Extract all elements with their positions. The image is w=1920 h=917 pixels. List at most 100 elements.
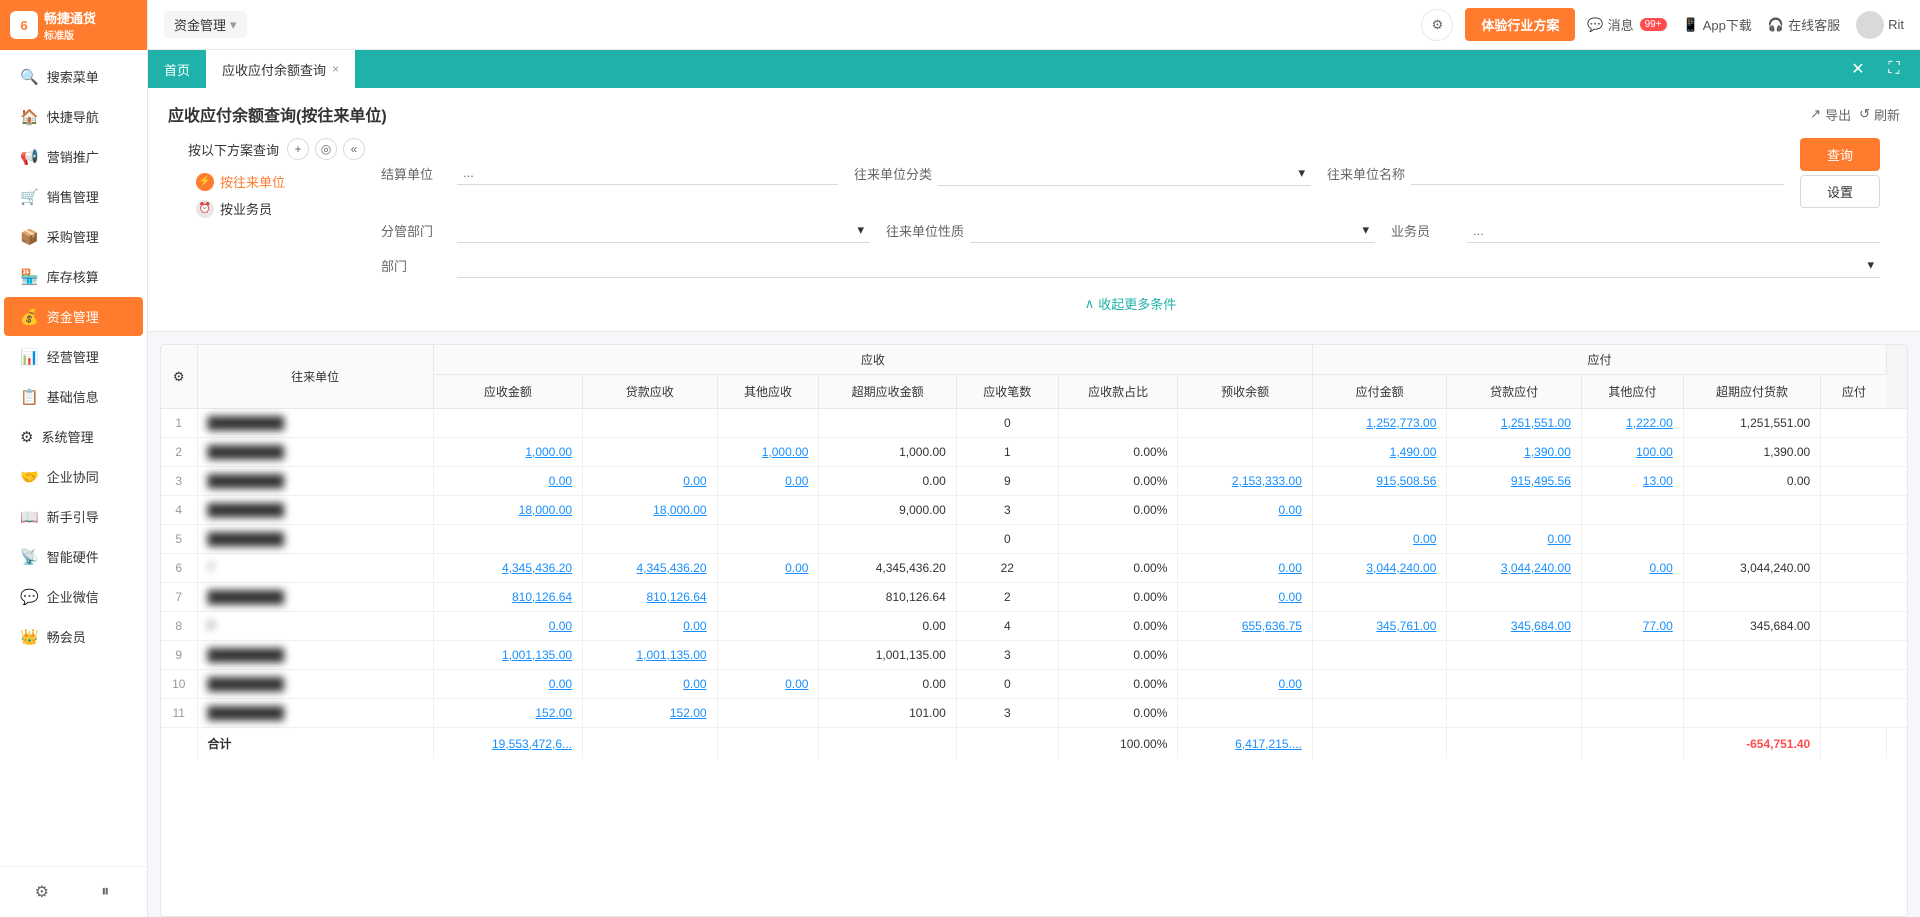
sidebar-item-7[interactable]: 📊经营管理 [4,337,143,376]
loan-ap-4[interactable] [1447,496,1582,525]
scheme-partner-item[interactable]: ⚡ 按往来单位 [188,168,365,195]
loan-ap-5[interactable]: 0.00 [1447,525,1582,554]
tab-close-icon[interactable]: × [332,62,339,76]
ap-amount-3[interactable]: 915,508.56 [1312,467,1447,496]
sidebar-item-13[interactable]: 💬企业微信 [4,577,143,616]
loan-ar-1[interactable] [583,409,718,438]
other-ar-6[interactable]: 0.00 [717,554,819,583]
add-scheme-icon[interactable]: + [287,138,309,160]
tab-home[interactable]: 首页 [148,50,206,88]
prepay-7[interactable]: 0.00 [1178,583,1313,612]
xingzhi-select[interactable]: ▾ [970,218,1375,243]
loan-ar-11[interactable]: 152.00 [583,699,718,728]
other-ap-8[interactable]: 77.00 [1581,612,1683,641]
ar-amount-10[interactable]: 0.00 [433,670,582,699]
other-ar-1[interactable] [717,409,819,438]
ap-amount-11[interactable] [1312,699,1447,728]
prepay-11[interactable] [1178,699,1313,728]
ap-amount-1[interactable]: 1,252,773.00 [1312,409,1447,438]
settings-gear-icon[interactable]: ⚙ [1421,9,1453,41]
ap-more-3[interactable] [1821,467,1887,496]
ap-amount-4[interactable] [1312,496,1447,525]
ar-amount-9[interactable]: 1,001,135.00 [433,641,582,670]
other-ap-2[interactable]: 100.00 [1581,438,1683,467]
ap-amount-8[interactable]: 345,761.00 [1312,612,1447,641]
other-ar-10[interactable]: 0.00 [717,670,819,699]
loan-ap-3[interactable]: 915,495.56 [1447,467,1582,496]
ar-amount-5[interactable] [433,525,582,554]
sidebar-item-0[interactable]: 🔍搜索菜单 [4,57,143,96]
collapse-button[interactable]: ∧ 收起更多条件 [1079,288,1183,319]
sidebar-item-1[interactable]: 🏠快捷导航 [4,97,143,136]
dept-select[interactable]: ▾ [457,253,1880,278]
jiesuan-input[interactable] [457,161,838,185]
loan-ar-5[interactable] [583,525,718,554]
other-ap-9[interactable] [1581,641,1683,670]
loan-ar-7[interactable]: 810,126.64 [583,583,718,612]
footer-ar-total[interactable]: 19,553,472,6... [433,728,582,760]
ap-more-7[interactable] [1821,583,1887,612]
prepay-2[interactable] [1178,438,1313,467]
prepay-6[interactable]: 0.00 [1178,554,1313,583]
close-window-icon[interactable]: ✕ [1844,55,1872,83]
ap-amount-5[interactable]: 0.00 [1312,525,1447,554]
table-scroll[interactable]: ⚙ 往来单位 应收 应付 应收金额 贷款应收 其他应收 超期应收金额 [161,345,1907,916]
refresh-button[interactable]: ↺ 刷新 [1859,105,1900,124]
sidebar-item-9[interactable]: ⚙系统管理 [4,417,143,456]
ar-amount-4[interactable]: 18,000.00 [433,496,582,525]
loan-ar-8[interactable]: 0.00 [583,612,718,641]
loan-ar-2[interactable] [583,438,718,467]
other-ar-2[interactable]: 1,000.00 [717,438,819,467]
other-ar-11[interactable] [717,699,819,728]
loan-ar-4[interactable]: 18,000.00 [583,496,718,525]
loan-ar-3[interactable]: 0.00 [583,467,718,496]
scheme-staff-item[interactable]: ⏰ 按业务员 [188,195,365,222]
other-ap-6[interactable]: 0.00 [1581,554,1683,583]
ar-amount-6[interactable]: 4,345,436.20 [433,554,582,583]
ap-more-11[interactable] [1821,699,1887,728]
other-ap-5[interactable] [1581,525,1683,554]
sidebar-item-12[interactable]: 📡智能硬件 [4,537,143,576]
ap-more-4[interactable] [1821,496,1887,525]
mingcheng-input[interactable] [1411,161,1784,185]
query-button[interactable]: 查询 [1800,138,1880,171]
other-ap-4[interactable] [1581,496,1683,525]
table-settings-icon[interactable]: ⚙ [173,369,185,384]
prepay-10[interactable]: 0.00 [1178,670,1313,699]
sidebar-item-6[interactable]: 💰资金管理 [4,297,143,336]
other-ar-5[interactable] [717,525,819,554]
prepay-9[interactable] [1178,641,1313,670]
loan-ap-9[interactable] [1447,641,1582,670]
ap-amount-6[interactable]: 3,044,240.00 [1312,554,1447,583]
sidebar-item-2[interactable]: 📢营销推广 [4,137,143,176]
other-ap-10[interactable] [1581,670,1683,699]
app-download-button[interactable]: 📱 App下载 [1683,15,1752,34]
other-ap-1[interactable]: 1,222.00 [1581,409,1683,438]
sidebar-item-10[interactable]: 🤝企业协同 [4,457,143,496]
ap-amount-7[interactable] [1312,583,1447,612]
prepay-5[interactable] [1178,525,1313,554]
ap-more-1[interactable] [1821,409,1887,438]
other-ar-4[interactable] [717,496,819,525]
other-ar-7[interactable] [717,583,819,612]
sidebar-item-3[interactable]: 🛒销售管理 [4,177,143,216]
loan-ar-10[interactable]: 0.00 [583,670,718,699]
sidebar-item-11[interactable]: 📖新手引导 [4,497,143,536]
loan-ar-9[interactable]: 1,001,135.00 [583,641,718,670]
loan-ap-7[interactable] [1447,583,1582,612]
other-ar-9[interactable] [717,641,819,670]
ap-amount-9[interactable] [1312,641,1447,670]
loan-ar-6[interactable]: 4,345,436.20 [583,554,718,583]
ar-amount-3[interactable]: 0.00 [433,467,582,496]
bumen-select[interactable]: ▾ [457,218,870,243]
ar-amount-11[interactable]: 152.00 [433,699,582,728]
ap-more-9[interactable] [1821,641,1887,670]
ap-more-10[interactable] [1821,670,1887,699]
prepay-3[interactable]: 2,153,333.00 [1178,467,1313,496]
prepay-4[interactable]: 0.00 [1178,496,1313,525]
fenlei-select[interactable]: ▾ [938,161,1311,186]
prepay-1[interactable] [1178,409,1313,438]
th-settings[interactable]: ⚙ [161,345,197,409]
sidebar-item-5[interactable]: 🏪库存核算 [4,257,143,296]
settings-bottom-icon[interactable]: ⚙ [27,877,57,907]
